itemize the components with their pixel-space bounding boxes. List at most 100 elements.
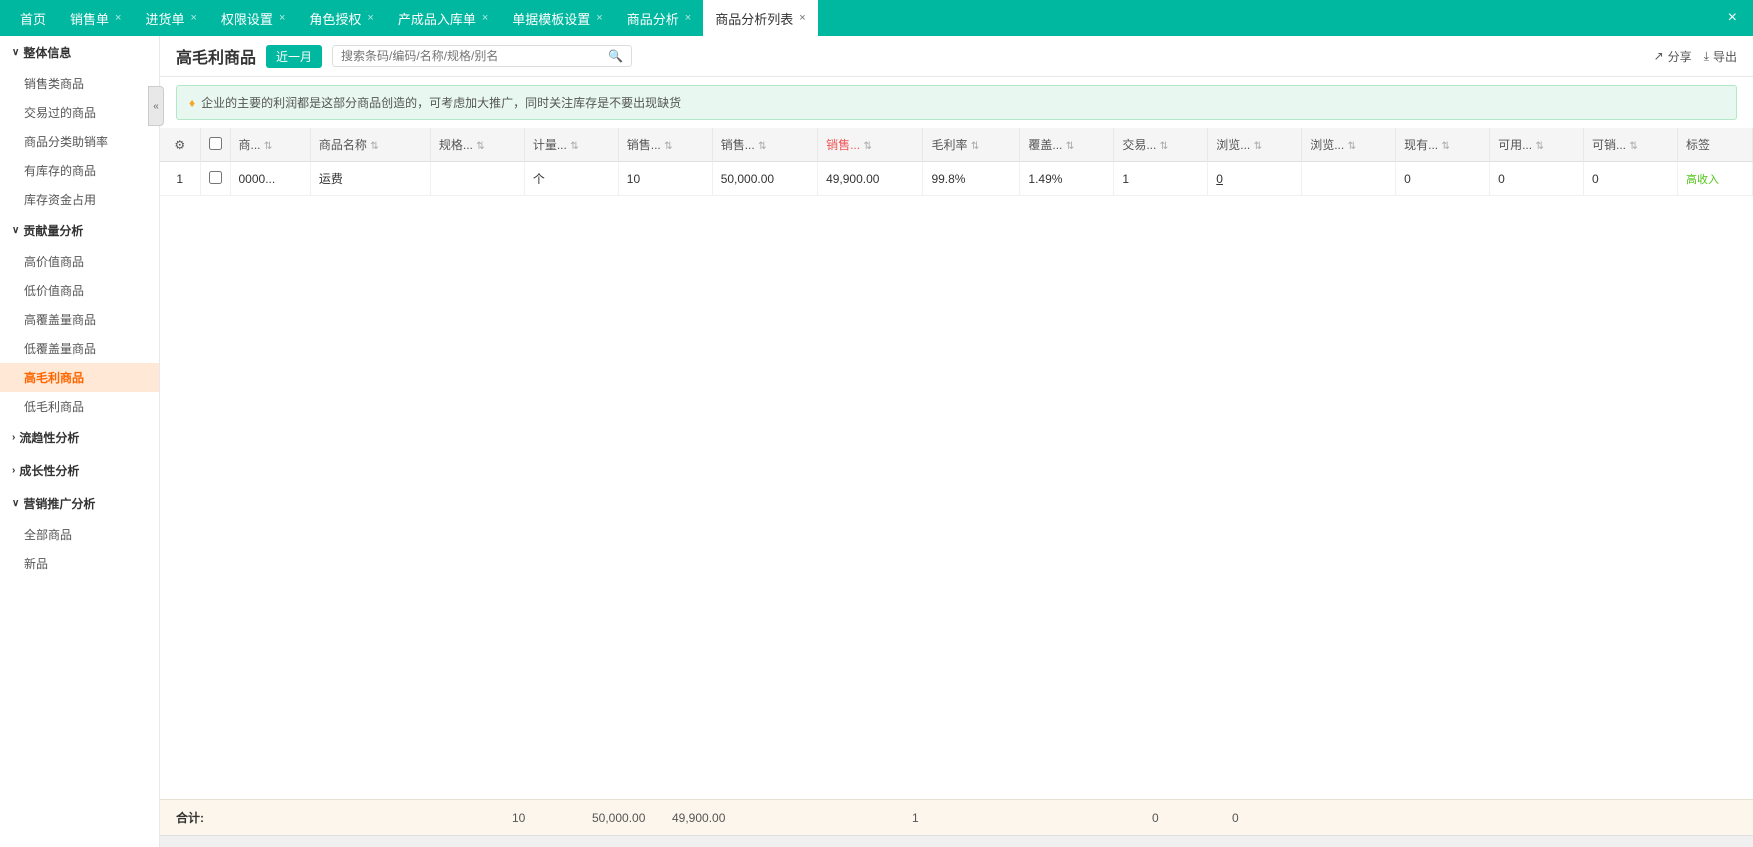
- col-settings[interactable]: ⚙: [160, 128, 200, 162]
- sidebar-item-low-coverage[interactable]: 低覆盖量商品: [0, 334, 159, 363]
- sidebar-item-low-margin[interactable]: 低毛利商品: [0, 392, 159, 421]
- sidebar-item-traded-goods[interactable]: 交易过的商品: [0, 98, 159, 127]
- nav-item-roles[interactable]: 角色授权 ×: [297, 0, 385, 36]
- col-browse2[interactable]: 浏览... ⇅: [1302, 128, 1396, 162]
- top-nav: 首页 销售单 × 进货单 × 权限设置 × 角色授权 × 产成品入库单 × 单据…: [0, 0, 1753, 36]
- footer-label: 合计:: [176, 809, 204, 826]
- cell-browse1[interactable]: 0: [1208, 162, 1302, 196]
- select-all-checkbox[interactable]: [209, 137, 222, 150]
- close-icon[interactable]: ×: [190, 12, 196, 24]
- cell-index: 1: [160, 162, 200, 196]
- sidebar-item-all-goods[interactable]: 全部商品: [0, 520, 159, 549]
- nav-item-permissions[interactable]: 权限设置 ×: [209, 0, 297, 36]
- collapse-arrow-icon: ›: [12, 432, 15, 443]
- close-icon[interactable]: ×: [279, 12, 285, 24]
- col-sales-qty[interactable]: 销售... ⇅: [618, 128, 712, 162]
- sidebar-group-overall[interactable]: ∨ 整体信息: [0, 36, 159, 69]
- main-layout: ∨ 整体信息 销售类商品 交易过的商品 商品分类助销率 有库存的商品 库存资金占…: [0, 36, 1753, 847]
- sidebar-item-low-value[interactable]: 低价值商品: [0, 276, 159, 305]
- sidebar-collapse-button[interactable]: «: [148, 86, 164, 126]
- share-button[interactable]: ↗ 分享: [1654, 48, 1692, 65]
- time-filter-button[interactable]: 近一月: [266, 45, 322, 68]
- nav-item-home[interactable]: 首页: [8, 0, 58, 36]
- col-stock-saleable[interactable]: 可销... ⇅: [1584, 128, 1678, 162]
- col-unit[interactable]: 计量... ⇅: [524, 128, 618, 162]
- collapse-arrow-icon: ∨: [12, 225, 19, 236]
- col-code[interactable]: 商... ⇅: [230, 128, 310, 162]
- cell-spec: [430, 162, 524, 196]
- sidebar-item-category-rate[interactable]: 商品分类助销率: [0, 127, 159, 156]
- col-spec[interactable]: 规格... ⇅: [430, 128, 524, 162]
- nav-item-purchase[interactable]: 进货单 ×: [133, 0, 208, 36]
- collapse-arrow-icon: ›: [12, 465, 15, 476]
- content-area: 高毛利商品 近一月 🔍 ↗ 分享 ⤓ 导出 ♦ 企业的主要的利润都是这部分商品创…: [160, 36, 1753, 847]
- cell-coverage: 1.49%: [1020, 162, 1114, 196]
- cell-unit: 个: [524, 162, 618, 196]
- cell-sales-qty: 10: [618, 162, 712, 196]
- footer-sales-qty: 10: [504, 811, 584, 825]
- cell-transactions: 1: [1114, 162, 1208, 196]
- content-header: 高毛利商品 近一月 🔍 ↗ 分享 ⤓ 导出: [160, 36, 1753, 77]
- col-checkbox[interactable]: [200, 128, 230, 162]
- sidebar-wrapper: ∨ 整体信息 销售类商品 交易过的商品 商品分类助销率 有库存的商品 库存资金占…: [0, 36, 160, 847]
- nav-item-analysis-list[interactable]: 商品分析列表 ×: [703, 0, 817, 36]
- close-icon[interactable]: ×: [482, 12, 488, 24]
- cell-stock-available: 0: [1490, 162, 1584, 196]
- horizontal-scrollbar[interactable]: [160, 835, 1753, 847]
- sidebar-item-high-coverage[interactable]: 高覆盖量商品: [0, 305, 159, 334]
- close-icon[interactable]: ×: [115, 12, 121, 24]
- close-icon[interactable]: ×: [596, 12, 602, 24]
- col-transactions[interactable]: 交易... ⇅: [1114, 128, 1208, 162]
- nav-item-sales[interactable]: 销售单 ×: [58, 0, 133, 36]
- footer-stock-available: 0: [1224, 811, 1304, 825]
- cell-stock-current: 0: [1396, 162, 1490, 196]
- search-icon[interactable]: 🔍: [608, 49, 623, 63]
- sidebar-group-growth[interactable]: › 成长性分析: [0, 454, 159, 487]
- col-gross-rate[interactable]: 毛利率 ⇅: [923, 128, 1020, 162]
- banner-text: 企业的主要的利润都是这部分商品创造的，可考虑加大推广，同时关注库存是不要出现缺货: [201, 94, 681, 111]
- table-footer: 合计: 10 50,000.00 49,900.00 1 0 0: [160, 799, 1753, 835]
- cell-checkbox[interactable]: [200, 162, 230, 196]
- close-icon[interactable]: ×: [367, 12, 373, 24]
- sidebar-item-high-margin[interactable]: 高毛利商品: [0, 363, 159, 392]
- footer-sales-net: 49,900.00: [664, 811, 744, 825]
- col-coverage[interactable]: 覆盖... ⇅: [1020, 128, 1114, 162]
- collapse-arrow-icon: ∨: [12, 47, 19, 58]
- col-browse1[interactable]: 浏览... ⇅: [1208, 128, 1302, 162]
- share-icon: ↗: [1654, 49, 1664, 63]
- close-icon[interactable]: ×: [799, 12, 805, 24]
- data-table: ⚙ 商... ⇅ 商品名称 ⇅ 规格... ⇅ 计量... ⇅ 销售... ⇅ …: [160, 128, 1753, 196]
- col-name[interactable]: 商品名称 ⇅: [310, 128, 430, 162]
- sidebar-group-contribution[interactable]: ∨ 贡献量分析: [0, 214, 159, 247]
- sidebar-item-new-goods[interactable]: 新品: [0, 549, 159, 578]
- browse1-link[interactable]: 0: [1216, 172, 1223, 186]
- sidebar-group-trend[interactable]: › 流趋性分析: [0, 421, 159, 454]
- sidebar-item-high-value[interactable]: 高价值商品: [0, 247, 159, 276]
- table-row: 1 0000... 运费 个 10 50,000.00 49,900.00 99…: [160, 162, 1753, 196]
- search-input[interactable]: [341, 49, 608, 63]
- sidebar-item-sales-goods[interactable]: 销售类商品: [0, 69, 159, 98]
- footer-stock-current: 0: [1144, 811, 1224, 825]
- col-stock-current[interactable]: 现有... ⇅: [1396, 128, 1490, 162]
- nav-item-template[interactable]: 单据模板设置 ×: [500, 0, 614, 36]
- header-actions: ↗ 分享 ⤓ 导出: [1654, 48, 1737, 65]
- sidebar-item-stock-capital[interactable]: 库存资金占用: [0, 185, 159, 214]
- window-close-button[interactable]: ×: [1720, 9, 1745, 27]
- nav-item-inbound[interactable]: 产成品入库单 ×: [386, 0, 500, 36]
- sidebar-group-marketing[interactable]: ∨ 营销推广分析: [0, 487, 159, 520]
- col-tag[interactable]: 标签: [1677, 128, 1752, 162]
- table-header-row: ⚙ 商... ⇅ 商品名称 ⇅ 规格... ⇅ 计量... ⇅ 销售... ⇅ …: [160, 128, 1753, 162]
- row-checkbox[interactable]: [209, 171, 222, 184]
- data-table-container: ⚙ 商... ⇅ 商品名称 ⇅ 规格... ⇅ 计量... ⇅ 销售... ⇅ …: [160, 128, 1753, 799]
- col-sales-amount[interactable]: 销售... ⇅: [712, 128, 817, 162]
- footer-transactions: 1: [904, 811, 984, 825]
- page-title: 高毛利商品: [176, 44, 256, 68]
- search-box: 🔍: [332, 45, 632, 67]
- sidebar-item-in-stock[interactable]: 有库存的商品: [0, 156, 159, 185]
- export-button[interactable]: ⤓ 导出: [1704, 48, 1737, 65]
- close-icon[interactable]: ×: [685, 12, 691, 24]
- nav-item-analysis[interactable]: 商品分析 ×: [615, 0, 703, 36]
- col-stock-available[interactable]: 可用... ⇅: [1490, 128, 1584, 162]
- cell-code: 0000...: [230, 162, 310, 196]
- col-sales-net[interactable]: 销售... ⇅: [818, 128, 923, 162]
